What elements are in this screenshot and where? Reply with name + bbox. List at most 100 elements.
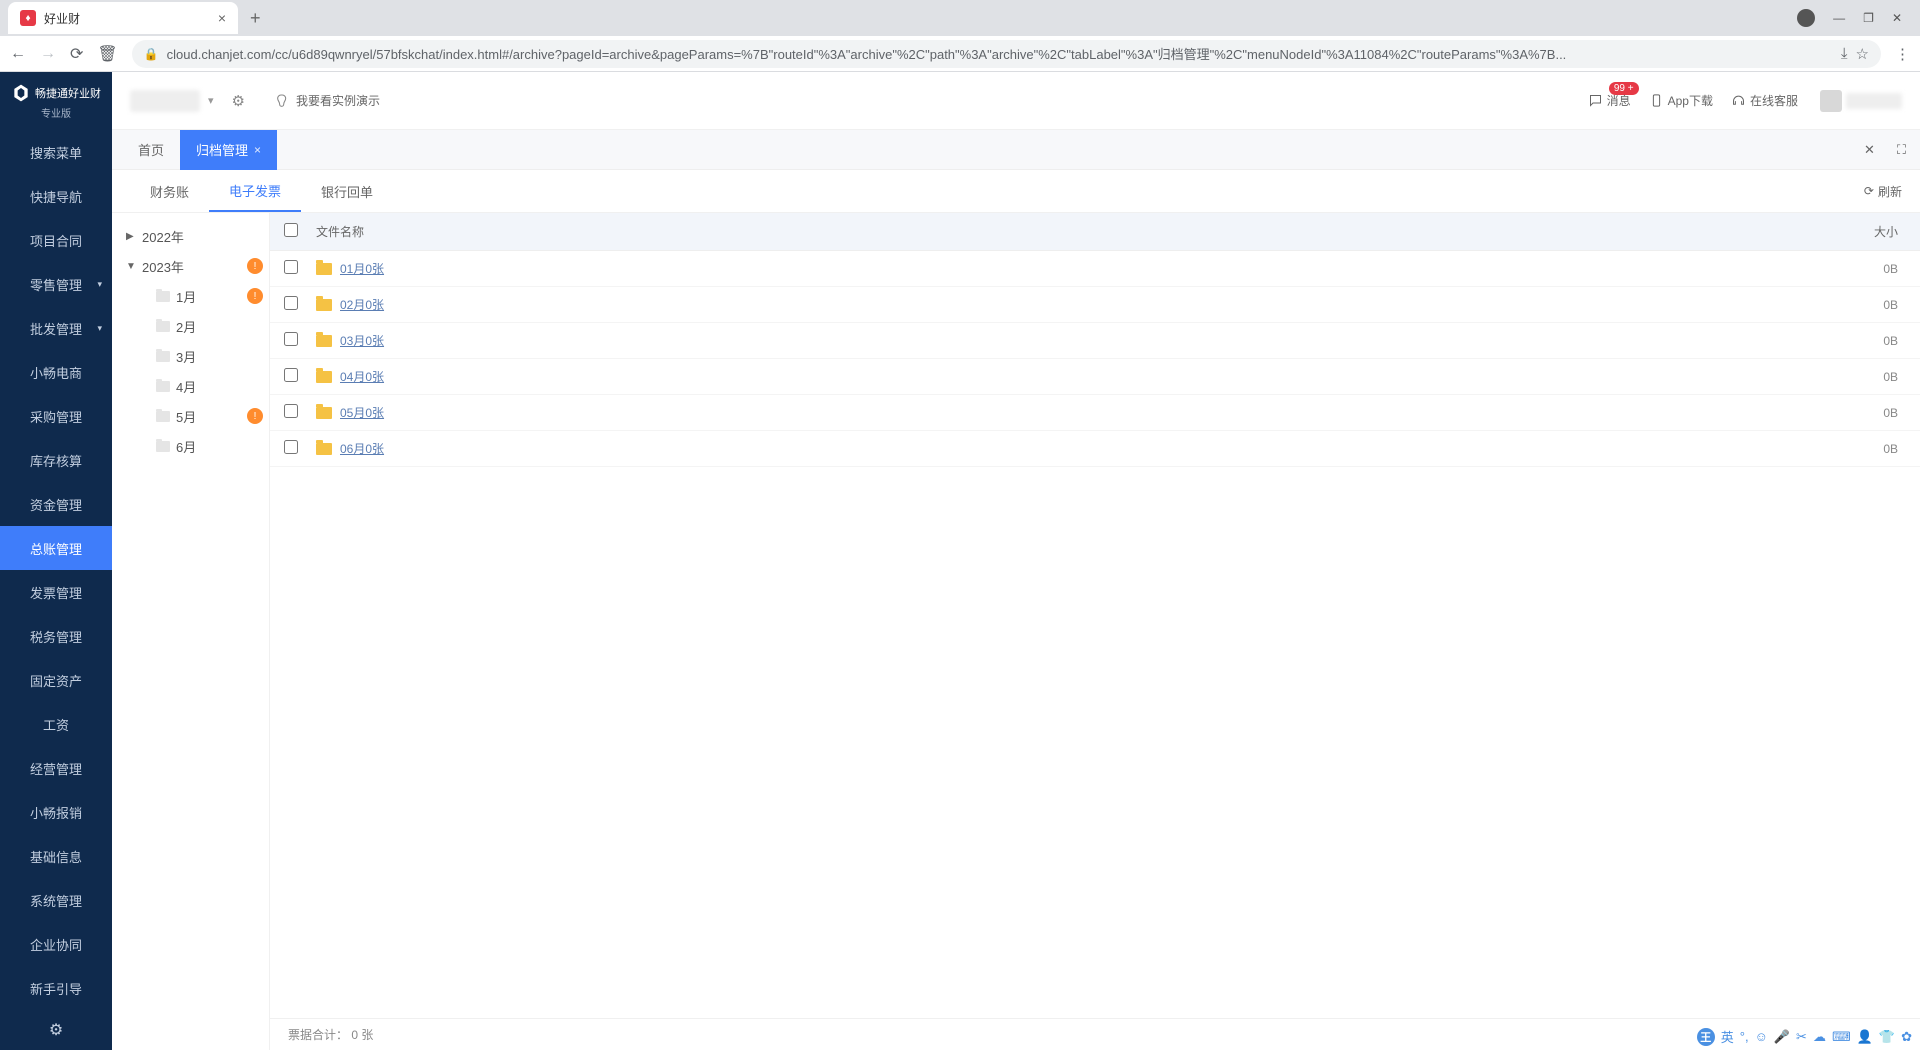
file-size: 0B: [1836, 334, 1906, 348]
sidebar-item[interactable]: 经营管理: [0, 746, 112, 790]
user-menu[interactable]: [1816, 90, 1902, 112]
ime-skin-icon[interactable]: 👕: [1879, 1029, 1895, 1045]
sidebar-item[interactable]: 固定资产: [0, 658, 112, 702]
refresh-button[interactable]: ⟳ 刷新: [1864, 183, 1902, 200]
tree-node-2022[interactable]: ▶ 2022年: [118, 221, 263, 251]
maximize-button[interactable]: ❐: [1863, 11, 1874, 25]
folder-icon: [156, 441, 170, 452]
app-download-button[interactable]: App下载: [1649, 92, 1713, 109]
tree-node-2023[interactable]: ▼ 2023年 !: [118, 251, 263, 281]
row-checkbox[interactable]: [284, 404, 298, 418]
close-all-tabs-icon[interactable]: ✕: [1858, 138, 1881, 162]
row-checkbox[interactable]: [284, 296, 298, 310]
row-checkbox[interactable]: [284, 332, 298, 346]
file-name-link[interactable]: 03月0张: [340, 332, 384, 349]
file-name-link[interactable]: 06月0张: [340, 440, 384, 457]
incognito-icon[interactable]: [1797, 9, 1815, 27]
sidebar-item[interactable]: 快捷导航: [0, 174, 112, 218]
file-name-link[interactable]: 02月0张: [340, 296, 384, 313]
sidebar-item[interactable]: 发票管理: [0, 570, 112, 614]
org-selector[interactable]: ▾: [130, 90, 214, 112]
org-settings-icon[interactable]: ⚙: [232, 92, 245, 110]
ime-mic-icon[interactable]: 🎤: [1774, 1029, 1790, 1045]
sidebar-item[interactable]: 批发管理▾: [0, 306, 112, 350]
sidebar-item[interactable]: 库存核算: [0, 438, 112, 482]
ime-logo-icon[interactable]: 王: [1697, 1028, 1715, 1046]
content-tab-bankreceipt[interactable]: 银行回单: [301, 170, 393, 212]
file-name-link[interactable]: 05月0张: [340, 404, 384, 421]
content-tab-einvoice[interactable]: 电子发票: [209, 170, 301, 212]
install-icon[interactable]: ⤓: [1841, 45, 1848, 62]
tree-node-month[interactable]: 5月!: [118, 401, 263, 431]
tree-node-month[interactable]: 3月: [118, 341, 263, 371]
avatar: [1820, 90, 1842, 112]
back-button[interactable]: ←: [10, 45, 26, 63]
kebab-menu-icon[interactable]: ⋮: [1895, 45, 1910, 63]
row-checkbox[interactable]: [284, 440, 298, 454]
folder-icon: [156, 381, 170, 392]
tab-home[interactable]: 首页: [122, 130, 180, 170]
star-icon[interactable]: ☆: [1856, 45, 1869, 63]
sidebar-item[interactable]: 小畅报销: [0, 790, 112, 834]
file-name-link[interactable]: 01月0张: [340, 260, 384, 277]
delete-icon[interactable]: 🗑: [97, 44, 117, 64]
ime-mode[interactable]: 英: [1721, 1027, 1734, 1046]
ime-settings-icon[interactable]: ✿: [1901, 1029, 1912, 1045]
tree-node-month[interactable]: 6月: [118, 431, 263, 461]
sidebar-item[interactable]: 税务管理: [0, 614, 112, 658]
ime-toolbar[interactable]: 王 英 °, ☺ 🎤 ✂ ☁ ⌨ 👤 👕 ✿: [1697, 1027, 1912, 1046]
close-icon[interactable]: ×: [254, 143, 261, 157]
sidebar-item[interactable]: 新手引导: [0, 966, 112, 1010]
sidebar-item[interactable]: 搜索菜单: [0, 130, 112, 174]
messages-button[interactable]: 消息 99 +: [1588, 92, 1631, 109]
sidebar-item[interactable]: 工资: [0, 702, 112, 746]
select-all-checkbox[interactable]: [284, 223, 298, 237]
folder-icon: [316, 407, 332, 419]
sidebar-item[interactable]: 小畅电商: [0, 350, 112, 394]
close-icon[interactable]: ×: [218, 10, 226, 26]
ime-cloud-icon[interactable]: ☁: [1813, 1029, 1826, 1045]
phone-icon: [1649, 93, 1664, 108]
tab-archive[interactable]: 归档管理 ×: [180, 130, 277, 170]
ime-scissors-icon[interactable]: ✂: [1796, 1029, 1807, 1045]
tree-node-month[interactable]: 1月!: [118, 281, 263, 311]
row-checkbox[interactable]: [284, 260, 298, 274]
row-checkbox[interactable]: [284, 368, 298, 382]
new-tab-button[interactable]: +: [250, 8, 261, 29]
minimize-button[interactable]: —: [1833, 11, 1845, 25]
sidebar-item[interactable]: 企业协同: [0, 922, 112, 966]
year-tree: ▶ 2022年 ▼ 2023年 ! 1月!2月3月4月5月!6月: [112, 213, 270, 1050]
gear-icon[interactable]: ⚙: [49, 1020, 63, 1040]
ime-punct-icon[interactable]: °,: [1740, 1029, 1749, 1044]
forward-button[interactable]: →: [40, 45, 56, 63]
support-button[interactable]: 在线客服: [1731, 92, 1798, 109]
sidebar-item[interactable]: 项目合同: [0, 218, 112, 262]
sidebar-item[interactable]: 总账管理: [0, 526, 112, 570]
sidebar-item[interactable]: 基础信息: [0, 834, 112, 878]
content-tab-finance[interactable]: 财务账: [130, 170, 209, 212]
ime-keyboard-icon[interactable]: ⌨: [1832, 1029, 1851, 1045]
status-bar: 票据合计： 0 张: [270, 1018, 1920, 1050]
close-window-button[interactable]: ✕: [1892, 11, 1902, 25]
sidebar-item[interactable]: 采购管理: [0, 394, 112, 438]
fullscreen-icon[interactable]: ⛶: [1891, 138, 1912, 162]
browser-tab[interactable]: ♦ 好业财 ×: [8, 2, 238, 34]
sidebar-item-label: 批发管理: [30, 319, 82, 338]
sidebar-item[interactable]: 资金管理: [0, 482, 112, 526]
tab-strip: ♦ 好业财 × + — ❐ ✕: [0, 0, 1920, 36]
demo-link[interactable]: 我要看实例演示: [275, 92, 380, 109]
folder-icon: [156, 411, 170, 422]
ime-emoji-icon[interactable]: ☺: [1755, 1029, 1768, 1044]
sidebar-item-label: 资金管理: [30, 495, 82, 514]
tree-node-month[interactable]: 4月: [118, 371, 263, 401]
url-bar[interactable]: 🔒 cloud.chanjet.com/cc/u6d89qwnryel/57bf…: [132, 40, 1881, 68]
sidebar-item[interactable]: 系统管理: [0, 878, 112, 922]
sidebar-item[interactable]: 零售管理▾: [0, 262, 112, 306]
folder-icon: [316, 371, 332, 383]
file-panel: 文件名称 大小 01月0张0B02月0张0B03月0张0B04月0张0B05月0…: [270, 213, 1920, 1050]
ime-user-icon[interactable]: 👤: [1857, 1029, 1873, 1045]
file-name-link[interactable]: 04月0张: [340, 368, 384, 385]
tree-node-month[interactable]: 2月: [118, 311, 263, 341]
app-download-label: App下载: [1668, 92, 1713, 109]
reload-button[interactable]: ⟳: [70, 44, 83, 64]
